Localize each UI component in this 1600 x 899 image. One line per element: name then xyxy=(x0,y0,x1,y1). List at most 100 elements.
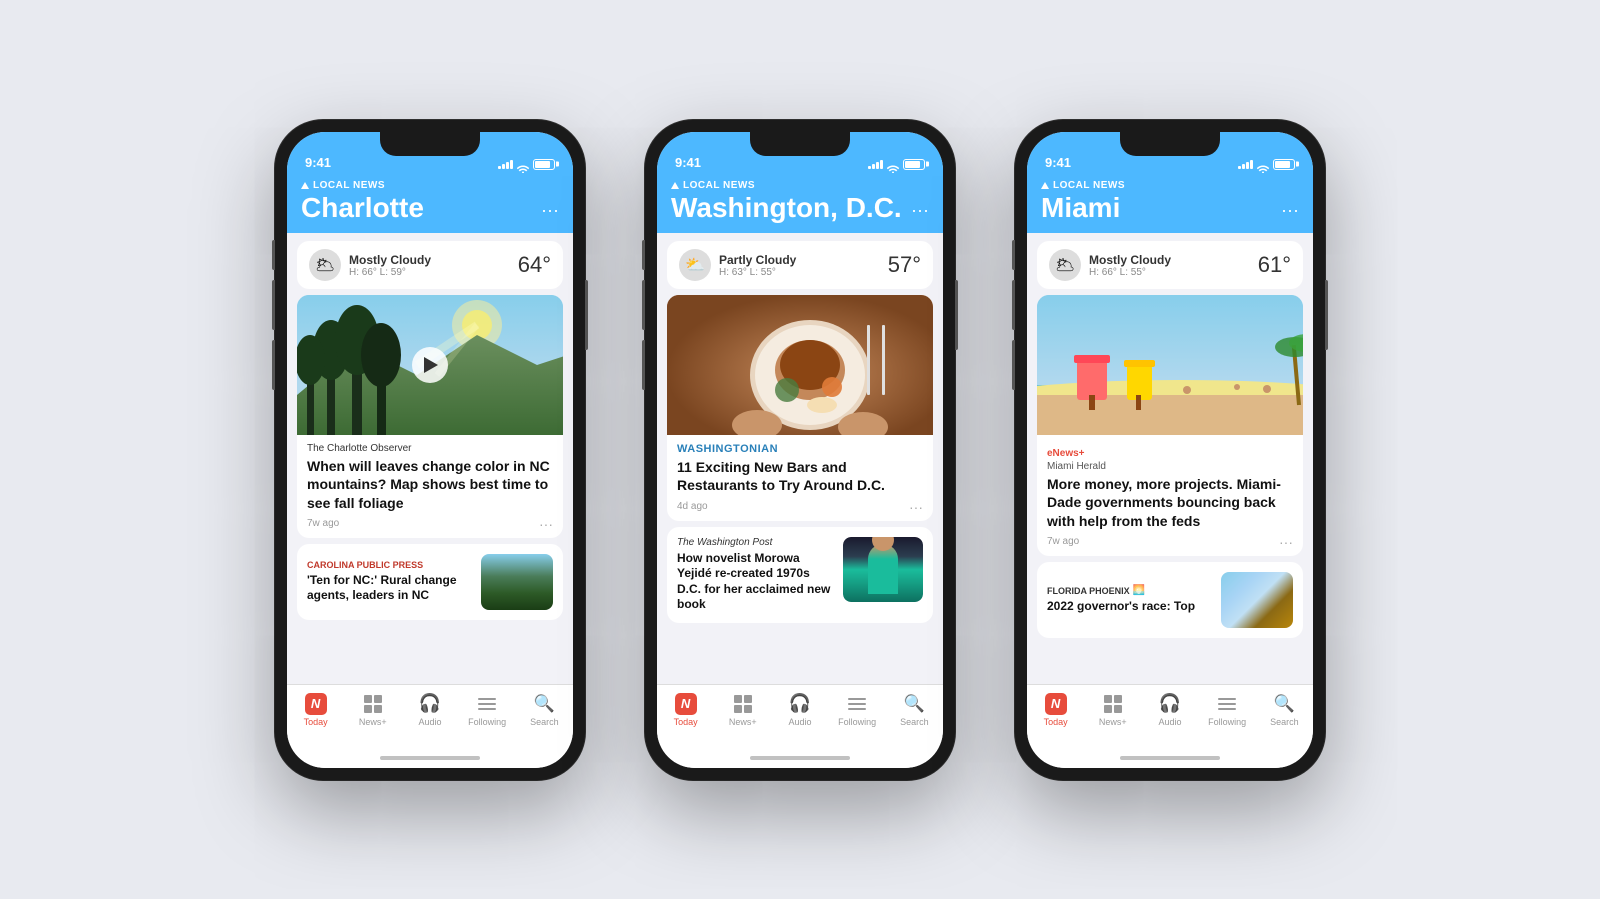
publisher-label: WASHINGTONIAN xyxy=(677,443,923,455)
search-icon: 🔍 xyxy=(1273,693,1295,715)
article-image xyxy=(843,537,923,602)
tab-today-label: Today xyxy=(674,717,698,727)
tab-news-plus-label: News+ xyxy=(1099,717,1127,727)
article-more-button[interactable]: ··· xyxy=(909,499,923,515)
small-article-image xyxy=(481,554,553,610)
weather-high-low: H: 66° L: 55° xyxy=(1089,267,1171,278)
tab-audio-label: Audio xyxy=(1158,717,1181,727)
tab-bar: N Today News+ 🎧 Audio Fol xyxy=(287,684,573,748)
more-options-button[interactable]: ··· xyxy=(1281,200,1299,221)
search-icon: 🔍 xyxy=(533,693,555,715)
news-card-1[interactable]: WASHINGTONIAN 11 Exciting New Bars and R… xyxy=(667,295,933,520)
city-name: Washington, D.C. xyxy=(671,193,902,224)
phone-washington: 9:41 LOCAL NEWS xyxy=(645,120,955,780)
tab-audio[interactable]: 🎧 Audio xyxy=(1145,693,1195,727)
battery-icon xyxy=(1273,159,1295,170)
audio-icon: 🎧 xyxy=(789,693,811,715)
weather-card[interactable]: ⛅ Partly Cloudy H: 63° L: 55° 57° xyxy=(667,241,933,289)
battery-icon xyxy=(903,159,925,170)
news-image-1 xyxy=(667,295,933,435)
news-card-2[interactable]: FLORIDA PHOENIX 🌅 2022 governor's race: … xyxy=(1037,562,1303,638)
small-article-headline: 'Ten for NC:' Rural change agents, leade… xyxy=(307,573,473,604)
status-icons xyxy=(868,159,925,170)
publisher-label: The Charlotte Observer xyxy=(307,443,553,454)
status-icons xyxy=(1238,159,1295,170)
article-headline: How novelist Morowa Yejidé re-created 19… xyxy=(677,551,835,613)
tab-audio[interactable]: 🎧 Audio xyxy=(405,693,455,727)
tab-following-label: Following xyxy=(1208,717,1246,727)
tab-today[interactable]: N Today xyxy=(291,693,341,727)
tab-following[interactable]: Following xyxy=(832,693,882,727)
tab-following[interactable]: Following xyxy=(1202,693,1252,727)
local-news-label: LOCAL NEWS xyxy=(1053,180,1125,191)
tab-search[interactable]: 🔍 Search xyxy=(1259,693,1309,727)
location-arrow-icon xyxy=(671,182,679,189)
tab-search-label: Search xyxy=(530,717,559,727)
tab-audio-label: Audio xyxy=(418,717,441,727)
tab-following-label: Following xyxy=(468,717,506,727)
article-headline: More money, more projects. Miami-Dade go… xyxy=(1047,475,1293,530)
tab-following[interactable]: Following xyxy=(462,693,512,727)
news-card-1[interactable]: eNews+ Miami Herald More money, more pro… xyxy=(1037,295,1303,556)
weather-temperature: 57° xyxy=(888,252,921,278)
wifi-icon xyxy=(1257,160,1269,169)
wifi-icon xyxy=(517,160,529,169)
more-options-button[interactable]: ··· xyxy=(541,200,559,221)
article-image xyxy=(1221,572,1293,628)
home-indicator xyxy=(657,748,943,768)
weather-icon: 🌥 xyxy=(1049,249,1081,281)
article-more-button[interactable]: ··· xyxy=(539,516,553,532)
more-options-button[interactable]: ··· xyxy=(911,200,929,221)
status-time: 9:41 xyxy=(305,155,331,170)
weather-high-low: H: 66° L: 59° xyxy=(349,267,431,278)
local-news-label: LOCAL NEWS xyxy=(313,180,385,191)
home-indicator xyxy=(1027,748,1313,768)
weather-temperature: 61° xyxy=(1258,252,1291,278)
article-headline: 2022 governor's race: Top xyxy=(1047,599,1213,615)
app-header: LOCAL NEWS Miami ··· xyxy=(1027,176,1313,234)
local-news-label: LOCAL NEWS xyxy=(683,180,755,191)
small-publisher-label: CAROLINA Public Press xyxy=(307,560,473,570)
weather-card[interactable]: 🌥 Mostly Cloudy H: 66° L: 55° 61° xyxy=(1037,241,1303,289)
content-area: 🌥 Mostly Cloudy H: 66° L: 55° 61° xyxy=(1027,233,1313,683)
following-icon xyxy=(846,693,868,715)
weather-condition: Mostly Cloudy xyxy=(349,253,431,267)
weather-temperature: 64° xyxy=(518,252,551,278)
weather-card[interactable]: 🌥 Mostly Cloudy H: 66° L: 59° 64° xyxy=(297,241,563,289)
tab-today[interactable]: N Today xyxy=(661,693,711,727)
city-name: Charlotte xyxy=(301,193,424,224)
signal-icon xyxy=(868,159,883,169)
weather-icon: 🌥 xyxy=(309,249,341,281)
battery-icon xyxy=(533,159,555,170)
following-icon xyxy=(476,693,498,715)
content-area: ⛅ Partly Cloudy H: 63° L: 55° 57° xyxy=(657,233,943,683)
tab-search-label: Search xyxy=(1270,717,1299,727)
news-card-2[interactable]: The Washington Post How novelist Morowa … xyxy=(667,527,933,623)
weather-icon: ⛅ xyxy=(679,249,711,281)
tab-audio-label: Audio xyxy=(788,717,811,727)
tab-bar: N Today News+ 🎧 Audio Fol xyxy=(1027,684,1313,748)
enews-badge: eNews+ xyxy=(1047,448,1085,459)
article-more-button[interactable]: ··· xyxy=(1279,534,1293,550)
location-arrow-icon xyxy=(301,182,309,189)
tab-search[interactable]: 🔍 Search xyxy=(519,693,569,727)
notch xyxy=(380,132,480,156)
tab-news-plus[interactable]: News+ xyxy=(348,693,398,727)
tab-today[interactable]: N Today xyxy=(1031,693,1081,727)
news-plus-icon xyxy=(362,693,384,715)
tab-audio[interactable]: 🎧 Audio xyxy=(775,693,825,727)
tab-news-plus[interactable]: News+ xyxy=(718,693,768,727)
news-plus-icon xyxy=(1102,693,1124,715)
news-image-1 xyxy=(297,295,563,435)
publisher-label: FLORIDA PHOENIX 🌅 xyxy=(1047,585,1213,596)
weather-condition: Partly Cloudy xyxy=(719,253,796,267)
news-card-2[interactable]: CAROLINA Public Press 'Ten for NC:' Rura… xyxy=(297,544,563,620)
news-card-1[interactable]: The Charlotte Observer When will leaves … xyxy=(297,295,563,538)
tab-news-plus[interactable]: News+ xyxy=(1088,693,1138,727)
home-indicator xyxy=(287,748,573,768)
news-plus-icon xyxy=(732,693,754,715)
tab-search[interactable]: 🔍 Search xyxy=(889,693,939,727)
today-icon: N xyxy=(305,693,327,715)
publisher-sub-label: Miami Herald xyxy=(1047,461,1293,472)
weather-high-low: H: 63° L: 55° xyxy=(719,267,796,278)
